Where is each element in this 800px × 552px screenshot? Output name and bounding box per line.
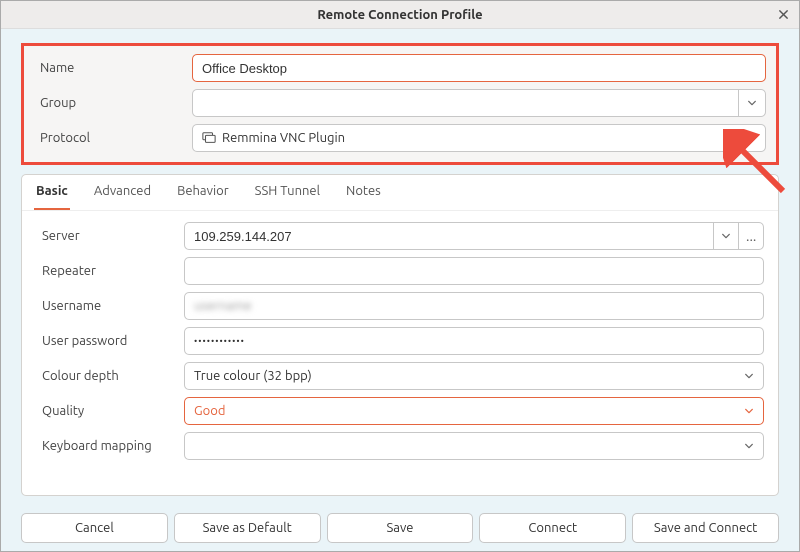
quality-row: Quality Good [36, 397, 764, 425]
chevron-down-icon [721, 231, 731, 241]
titlebar: Remote Connection Profile [1, 1, 799, 29]
server-more-button[interactable]: ... [738, 222, 764, 250]
chevron-down-icon [746, 133, 756, 143]
chevron-down-icon [747, 98, 757, 108]
monitor-icon [202, 131, 216, 145]
basic-form: Server ... Repeater Username userna [22, 211, 778, 495]
colordepth-label: Colour depth [36, 369, 184, 383]
protocol-select[interactable]: Remmina VNC Plugin [192, 124, 766, 152]
close-icon[interactable] [773, 5, 793, 25]
window: Remote Connection Profile Name Group [0, 0, 800, 552]
tab-behavior[interactable]: Behavior [175, 175, 231, 210]
connect-button[interactable]: Connect [479, 513, 626, 543]
repeater-input[interactable] [184, 257, 764, 285]
username-input[interactable]: username [184, 292, 764, 320]
quality-label: Quality [36, 404, 184, 418]
save-connect-button[interactable]: Save and Connect [632, 513, 779, 543]
colordepth-value: True colour (32 bpp) [194, 369, 312, 383]
protocol-label: Protocol [34, 131, 192, 145]
repeater-row: Repeater [36, 257, 764, 285]
name-label: Name [34, 61, 192, 75]
chevron-down-icon [744, 406, 754, 416]
keymap-label: Keyboard mapping [36, 439, 184, 453]
cancel-button[interactable]: Cancel [21, 513, 168, 543]
username-value: username [194, 299, 252, 313]
keymap-row: Keyboard mapping [36, 432, 764, 460]
protocol-row: Protocol Remmina VNC Plugin [34, 124, 766, 152]
username-label: Username [36, 299, 184, 313]
profile-header-box: Name Group Protocol [21, 43, 779, 165]
name-row: Name [34, 54, 766, 82]
save-default-button[interactable]: Save as Default [174, 513, 321, 543]
name-input[interactable] [192, 54, 766, 82]
tab-ssh-tunnel[interactable]: SSH Tunnel [253, 175, 322, 210]
chevron-down-icon [744, 371, 754, 381]
tabs: Basic Advanced Behavior SSH Tunnel Notes [22, 175, 778, 211]
tab-advanced[interactable]: Advanced [92, 175, 153, 210]
group-row: Group [34, 89, 766, 117]
group-dropdown-button[interactable] [738, 89, 766, 117]
settings-panel: Basic Advanced Behavior SSH Tunnel Notes… [21, 174, 779, 496]
window-title: Remote Connection Profile [317, 8, 482, 22]
repeater-label: Repeater [36, 264, 184, 278]
tab-notes[interactable]: Notes [344, 175, 383, 210]
quality-value: Good [194, 404, 225, 418]
save-button[interactable]: Save [327, 513, 474, 543]
password-label: User password [36, 334, 184, 348]
colordepth-select[interactable]: True colour (32 bpp) [184, 362, 764, 390]
password-value: •••••••••••• [194, 336, 245, 346]
server-dropdown-button[interactable] [713, 222, 739, 250]
server-row: Server ... [36, 222, 764, 250]
password-input[interactable]: •••••••••••• [184, 327, 764, 355]
group-label: Group [34, 96, 192, 110]
keymap-select[interactable] [184, 432, 764, 460]
protocol-value: Remmina VNC Plugin [222, 131, 345, 145]
server-label: Server [36, 229, 184, 243]
colordepth-row: Colour depth True colour (32 bpp) [36, 362, 764, 390]
server-input[interactable] [184, 222, 713, 250]
tab-basic[interactable]: Basic [34, 175, 70, 210]
password-row: User password •••••••••••• [36, 327, 764, 355]
username-row: Username username [36, 292, 764, 320]
chevron-down-icon [744, 441, 754, 451]
quality-select[interactable]: Good [184, 397, 764, 425]
button-bar: Cancel Save as Default Save Connect Save… [21, 513, 779, 543]
content: Name Group Protocol [1, 29, 799, 504]
group-input[interactable] [192, 89, 738, 117]
